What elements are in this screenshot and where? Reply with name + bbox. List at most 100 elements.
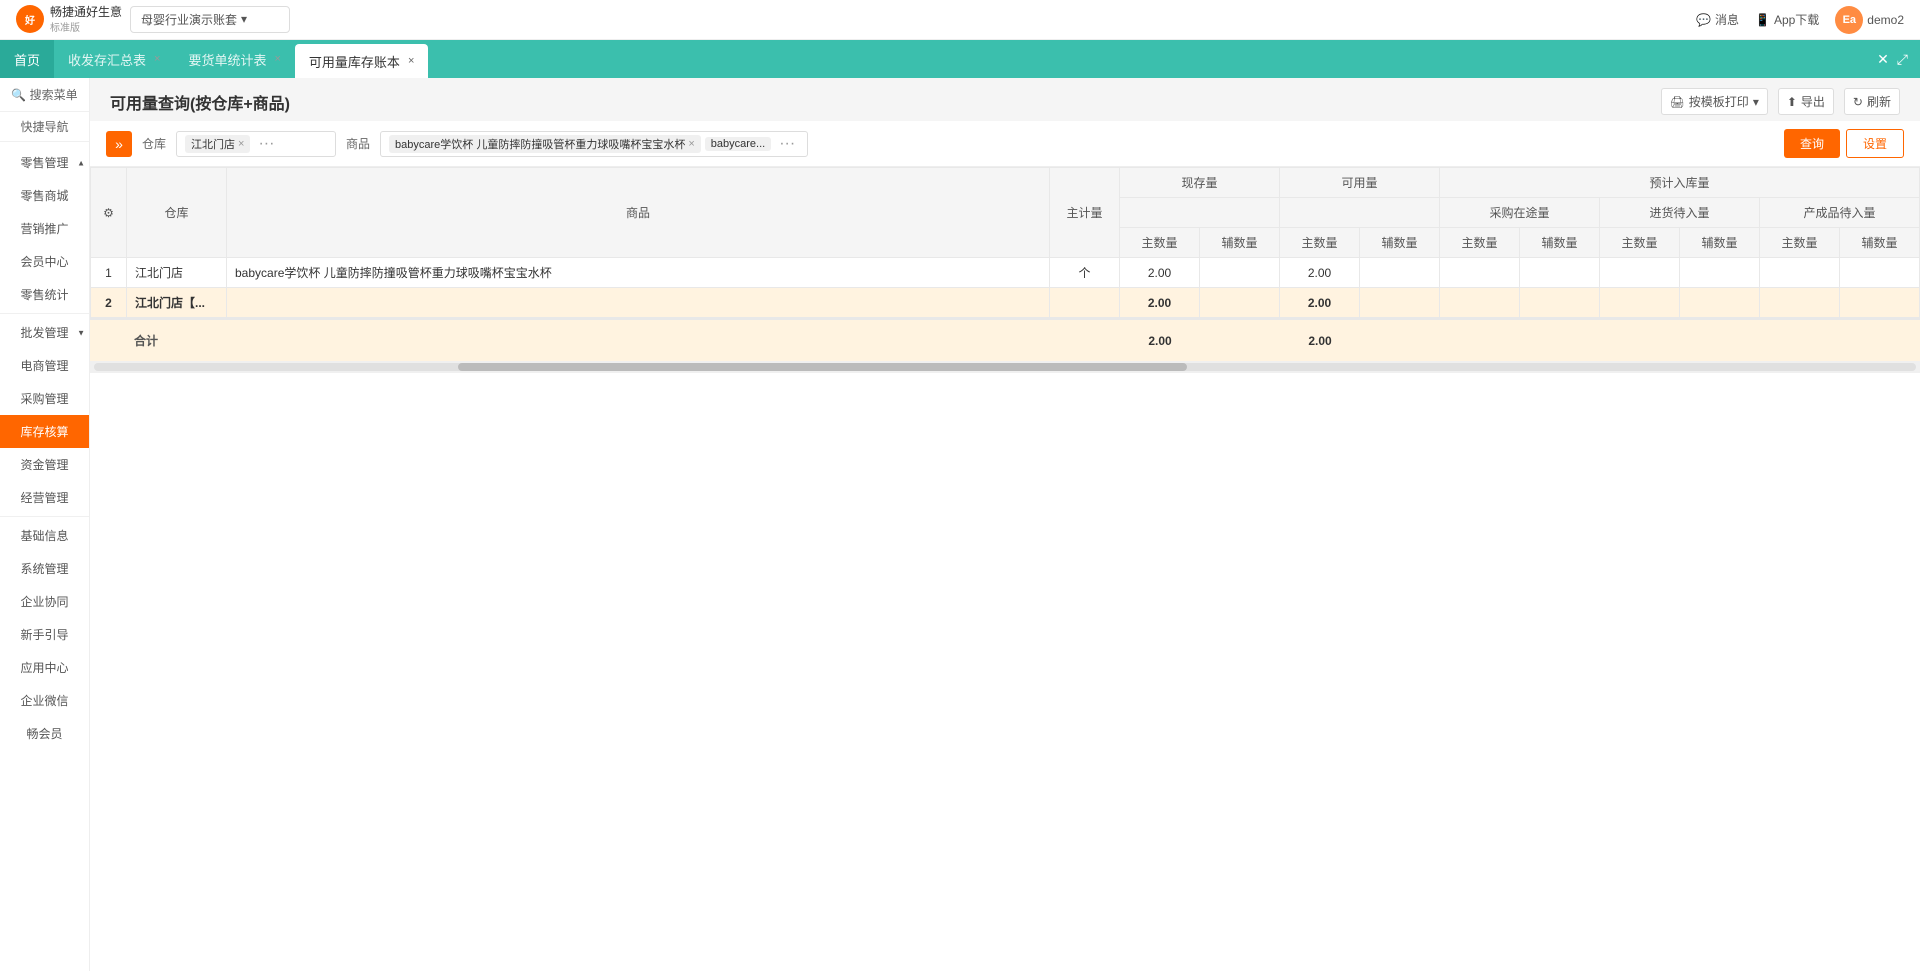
product-tag-1: babycare学饮杯 儿童防摔防撞吸管杯重力球吸嘴杯宝宝水杯 × <box>389 135 701 153</box>
row-avail-aux-1 <box>1360 258 1440 288</box>
product-tag-2-value: babycare... <box>711 138 765 150</box>
sidebar-search-label: 搜索菜单 <box>30 88 78 102</box>
sidebar-item-apps[interactable]: 应用中心 <box>0 651 89 684</box>
row-incoming-aux-1 <box>1680 258 1760 288</box>
filter-area: » 仓库 江北门店 × ··· 商品 babycare学饮杯 儿童防摔防撞吸管杯… <box>90 121 1920 167</box>
footer-incoming-aux <box>1680 326 1760 355</box>
sub-purchase-transit-header: 采购在途量 <box>1440 198 1600 228</box>
table-row: 1 江北门店 babycare学饮杯 儿童防摔防撞吸管杯重力球吸嘴杯宝宝水杯 个… <box>91 258 1920 288</box>
footer-production-aux <box>1840 326 1920 355</box>
tab-available-label: 可用量库存账本 <box>309 52 400 71</box>
group-production-main <box>1760 288 1840 318</box>
sidebar-quick-nav[interactable]: 快捷导航 <box>0 112 89 142</box>
row-avail-main-1: 2.00 <box>1280 258 1360 288</box>
export-label: 导出 <box>1801 93 1825 110</box>
sidebar-divider-2 <box>0 516 89 517</box>
nav-tabs: 首页 收发存汇总表 × 要货单统计表 × 可用量库存账本 × ✕ ⤢ <box>0 40 1920 78</box>
page-actions: 🖨 按模板打印 ▾ ⬆ 导出 ↻ 刷新 <box>1661 88 1900 115</box>
window-expand-btn[interactable]: ⤢ <box>1897 51 1908 68</box>
product-tag-1-value: babycare学饮杯 儿童防摔防撞吸管杯重力球吸嘴杯宝宝水杯 <box>395 136 685 152</box>
sidebar-item-retail-mall[interactable]: 零售商城 <box>0 179 89 212</box>
content-area: 可用量查询(按仓库+商品) 🖨 按模板打印 ▾ ⬆ 导出 ↻ 刷新 » <box>90 78 1920 971</box>
print-btn[interactable]: 🖨 按模板打印 ▾ <box>1661 88 1768 115</box>
sidebar-item-inventory[interactable]: 库存核算 <box>0 415 89 448</box>
warehouse-filter-input[interactable]: 江北门店 × ··· <box>176 131 336 157</box>
scrollbar-track <box>94 363 1916 371</box>
col-gear-header[interactable]: ⚙ <box>91 168 127 258</box>
footer-incoming-main <box>1600 326 1680 355</box>
filter-action-buttons: 查询 设置 <box>1784 129 1904 158</box>
export-btn[interactable]: ⬆ 导出 <box>1778 88 1834 115</box>
gear-icon: ⚙ <box>103 206 114 220</box>
group-avail-aux <box>1360 288 1440 318</box>
product-tag-1-remove[interactable]: × <box>688 138 694 150</box>
sidebar-item-retail-mgmt[interactable]: 零售管理 <box>0 146 89 179</box>
app-edition: 标准版 <box>50 19 122 34</box>
avatar-initial: Ea <box>1843 14 1856 26</box>
tab-available[interactable]: 可用量库存账本 × <box>295 44 428 78</box>
sidebar-item-member2[interactable]: 畅会员 <box>0 717 89 750</box>
footer-purchase-main <box>1440 326 1520 355</box>
sub-production-pending-header: 产成品待入量 <box>1760 198 1920 228</box>
horizontal-scrollbar[interactable] <box>90 361 1920 373</box>
tab-order[interactable]: 要货单统计表 × <box>174 40 294 78</box>
page-header: 可用量查询(按仓库+商品) 🖨 按模板打印 ▾ ⬆ 导出 ↻ 刷新 <box>90 78 1920 121</box>
table-footer: 合计 2.00 2.00 <box>90 318 1920 361</box>
footer-product-spacer <box>226 326 1050 355</box>
print-icon: 🖨 <box>1670 95 1685 109</box>
sidebar-item-system[interactable]: 系统管理 <box>0 552 89 585</box>
col-planned-header: 预计入库量 <box>1440 168 1920 198</box>
tab-order-close[interactable]: × <box>274 54 280 65</box>
user-menu[interactable]: Ea demo2 <box>1835 6 1904 34</box>
tab-available-close[interactable]: × <box>408 56 414 67</box>
footer-purchase-aux <box>1520 326 1600 355</box>
tab-home[interactable]: 首页 <box>0 40 54 78</box>
message-btn[interactable]: 💬 消息 <box>1696 11 1739 28</box>
sub-avail-header <box>1280 198 1440 228</box>
row-purchase-main-1 <box>1440 258 1520 288</box>
refresh-icon: ↻ <box>1853 95 1863 109</box>
sidebar-item-finance[interactable]: 资金管理 <box>0 448 89 481</box>
settings-button[interactable]: 设置 <box>1846 129 1904 158</box>
app-download-btn[interactable]: 📱 App下载 <box>1755 11 1819 28</box>
query-button[interactable]: 查询 <box>1784 129 1840 158</box>
sidebar-item-operations[interactable]: 经营管理 <box>0 481 89 514</box>
warehouse-tag-remove[interactable]: × <box>238 138 244 150</box>
refresh-btn[interactable]: ↻ 刷新 <box>1844 88 1900 115</box>
message-label: 消息 <box>1715 11 1739 28</box>
table-container: ⚙ 仓库 商品 主计量 现存量 <box>90 167 1920 971</box>
sidebar-item-retail-stat[interactable]: 零售统计 <box>0 278 89 311</box>
tab-receive-close[interactable]: × <box>154 54 160 65</box>
col-production-main-header: 主数量 <box>1760 228 1840 258</box>
sidebar-item-basic[interactable]: 基础信息 <box>0 519 89 552</box>
group-incoming-main <box>1600 288 1680 318</box>
industry-selector[interactable]: 母婴行业演示账套 ▾ <box>130 6 290 33</box>
scrollbar-thumb[interactable] <box>458 363 1187 371</box>
tab-receive[interactable]: 收发存汇总表 × <box>54 40 174 78</box>
sidebar-search[interactable]: 🔍 搜索菜单 <box>0 78 89 112</box>
sidebar-item-ecommerce[interactable]: 电商管理 <box>0 349 89 382</box>
sidebar-item-marketing[interactable]: 营销推广 <box>0 212 89 245</box>
message-icon: 💬 <box>1696 13 1711 27</box>
window-close-btn[interactable]: ✕ <box>1877 51 1889 68</box>
filter-toggle-btn[interactable]: » <box>106 131 132 157</box>
sidebar-item-wechat[interactable]: 企业微信 <box>0 684 89 717</box>
row-production-aux-1 <box>1840 258 1920 288</box>
product-filter-more[interactable]: ··· <box>775 135 799 153</box>
warehouse-filter-more[interactable]: ··· <box>254 135 278 153</box>
footer-label: 合计 <box>126 326 226 355</box>
search-icon: 🔍 <box>11 88 26 102</box>
product-filter-input[interactable]: babycare学饮杯 儿童防摔防撞吸管杯重力球吸嘴杯宝宝水杯 × babyca… <box>380 131 808 157</box>
top-header: 好 畅捷通好生意 标准版 母婴行业演示账套 ▾ 💬 消息 📱 App下载 Ea … <box>0 0 1920 40</box>
sidebar-item-member[interactable]: 会员中心 <box>0 245 89 278</box>
sub-incoming-pending-header: 进货待入量 <box>1600 198 1760 228</box>
tab-order-label: 要货单统计表 <box>188 50 266 69</box>
group-purchase-aux <box>1520 288 1600 318</box>
sidebar-item-guide[interactable]: 新手引导 <box>0 618 89 651</box>
sidebar-item-wholesale[interactable]: 批发管理 <box>0 316 89 349</box>
group-unit <box>1050 288 1120 318</box>
group-incoming-aux <box>1680 288 1760 318</box>
sidebar-item-enterprise[interactable]: 企业协同 <box>0 585 89 618</box>
logo-icon: 好 <box>16 5 44 33</box>
sidebar-item-purchase[interactable]: 采购管理 <box>0 382 89 415</box>
